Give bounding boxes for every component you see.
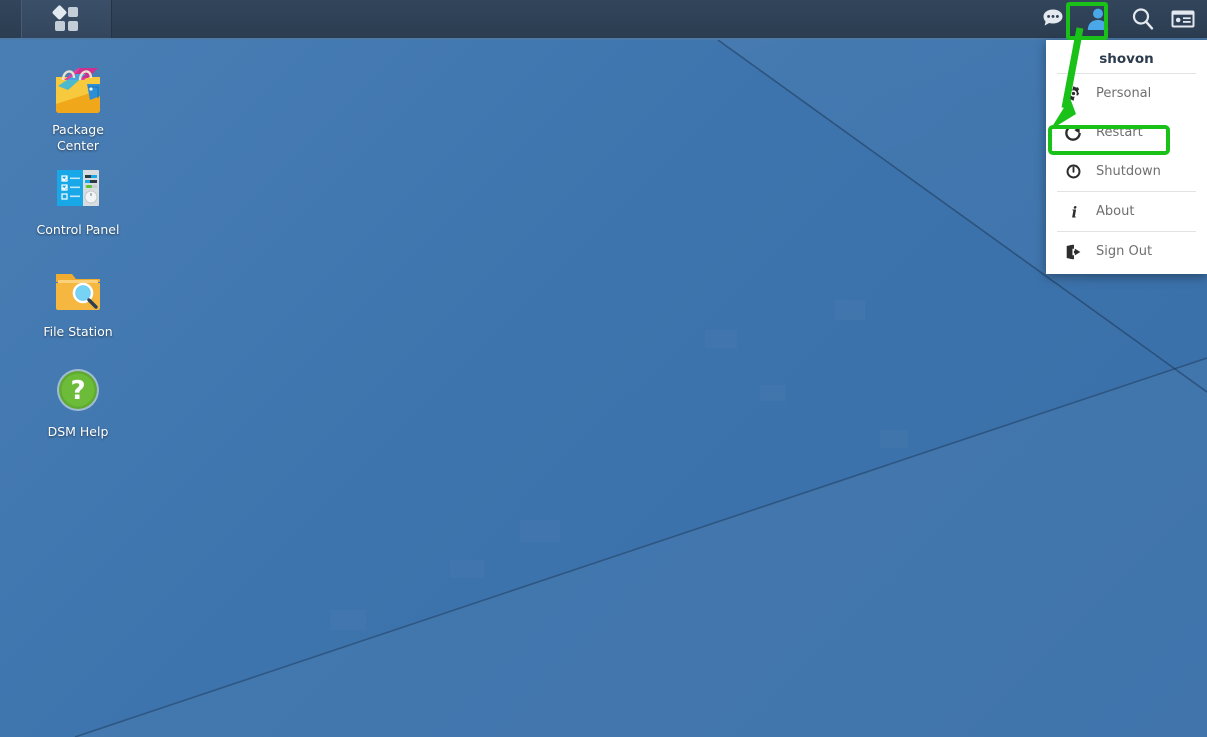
power-icon: [1062, 162, 1084, 182]
wallpaper-facet-upper-right: [718, 40, 1207, 392]
info-italic-i-icon: i: [1062, 202, 1084, 222]
notifications-button[interactable]: [1033, 0, 1073, 38]
menu-item-label: Restart: [1096, 125, 1143, 140]
desktop-icon-label: DSM Help: [47, 424, 109, 439]
menu-item-restart[interactable]: Restart: [1046, 113, 1207, 152]
wallpaper-texture: [705, 330, 737, 348]
menu-item-shutdown[interactable]: Shutdown: [1046, 152, 1207, 191]
file-station-icon: [50, 262, 106, 318]
control-panel-icon: [50, 160, 106, 216]
sign-out-arrow-icon: [1062, 242, 1084, 262]
desktop-icon-control-panel[interactable]: Control Panel: [8, 160, 148, 238]
desktop-icon-label: Control Panel: [36, 222, 120, 237]
menu-item-personal[interactable]: Personal: [1046, 74, 1207, 113]
package-center-icon: [50, 60, 106, 116]
restart-circular-arrow-icon: [1062, 123, 1084, 143]
svg-text:?: ?: [70, 376, 85, 406]
gear-icon: [1062, 84, 1084, 104]
main-menu-button[interactable]: [21, 0, 112, 38]
desktop-icon-file-station[interactable]: File Station: [8, 262, 148, 340]
wallpaper-texture: [330, 610, 366, 630]
wallpaper-texture: [450, 560, 484, 578]
wallpaper-texture: [835, 300, 865, 320]
chat-bubble-icon: [1043, 9, 1063, 26]
menu-item-label: About: [1096, 204, 1135, 219]
desktop-icon-label: File Station: [43, 324, 113, 339]
user-menu-username: shovon: [1099, 50, 1154, 67]
user-menu-button[interactable]: [1078, 0, 1118, 38]
wallpaper-texture: [520, 520, 560, 542]
desktop-icon-package-center[interactable]: Package Center: [8, 60, 148, 154]
menu-item-label: Shutdown: [1096, 164, 1161, 179]
menu-item-about[interactable]: i About: [1046, 192, 1207, 231]
widgets-button[interactable]: [1163, 0, 1203, 38]
wallpaper-facet-lower-right: [75, 358, 1207, 737]
menu-item-label: Personal: [1096, 86, 1152, 101]
menu-item-label: Sign Out: [1096, 244, 1153, 259]
wallpaper-texture: [880, 430, 908, 448]
desktop-icon-label: Package Center: [52, 122, 104, 153]
user-dropdown-menu: shovon Personal Restart Shutdown i About…: [1046, 40, 1207, 274]
desktop-icon-dsm-help[interactable]: ? DSM Help: [8, 362, 148, 440]
wallpaper-texture: [760, 385, 786, 401]
search-icon: [1132, 8, 1154, 30]
wallpaper-diagonal-lines: [74, 40, 1207, 737]
taskbar-tray: [1033, 0, 1203, 38]
user-person-icon: [1087, 8, 1109, 30]
dsm-help-icon: ?: [50, 362, 106, 418]
widget-card-icon: [1171, 10, 1195, 28]
svg-text:i: i: [1071, 204, 1077, 220]
menu-item-sign-out[interactable]: Sign Out: [1046, 232, 1207, 271]
search-button[interactable]: [1123, 0, 1163, 38]
desktop[interactable]: Package Center Control Panel File Statio…: [0, 0, 1207, 737]
taskbar: [0, 0, 1207, 40]
app-grid-icon: [51, 4, 80, 32]
